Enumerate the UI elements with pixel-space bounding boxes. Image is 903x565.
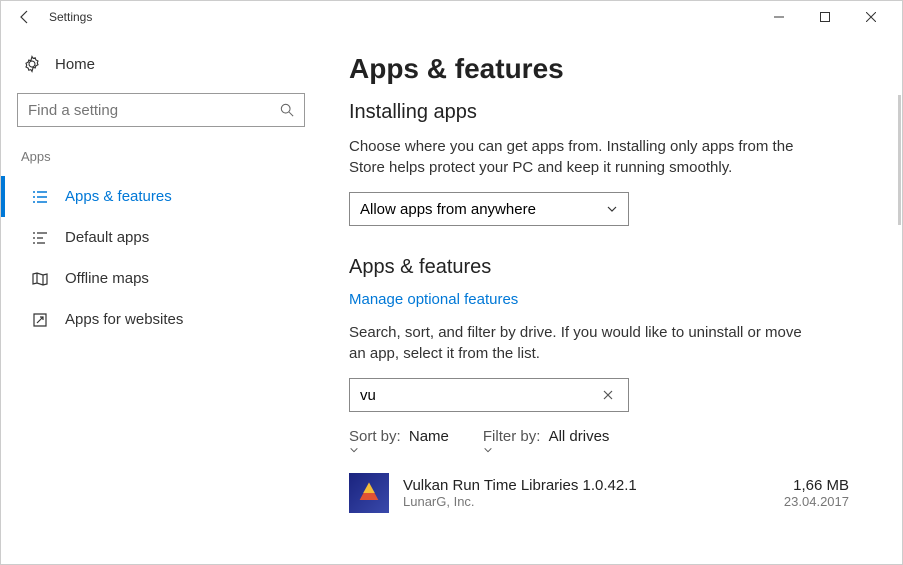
sidebar-item-apps-features[interactable]: Apps & features	[1, 176, 305, 217]
app-name: Vulkan Run Time Libraries 1.0.42.1	[403, 477, 770, 494]
installing-apps-heading: Installing apps	[349, 101, 864, 124]
sidebar-item-apps-websites[interactable]: Apps for websites	[1, 299, 305, 340]
minimize-button[interactable]	[756, 1, 802, 33]
app-list-item[interactable]: Vulkan Run Time Libraries 1.0.42.1 Lunar…	[349, 473, 849, 513]
home-label: Home	[55, 56, 95, 73]
map-icon	[31, 271, 49, 287]
select-value: Allow apps from anywhere	[360, 201, 536, 218]
back-button[interactable]	[9, 1, 41, 33]
close-button[interactable]	[848, 1, 894, 33]
gear-icon	[23, 55, 41, 73]
chevron-down-icon	[606, 203, 618, 215]
sort-value: Name	[409, 428, 449, 445]
list-icon	[31, 189, 49, 205]
sort-by-control[interactable]: Sort by: Name	[349, 428, 455, 455]
open-icon	[31, 312, 49, 328]
maximize-button[interactable]	[802, 1, 848, 33]
chevron-down-icon	[349, 445, 455, 455]
app-size: 1,66 MB	[784, 477, 849, 494]
sort-label: Sort by:	[349, 428, 401, 445]
filter-by-control[interactable]: Filter by: All drives	[483, 428, 616, 455]
window-controls	[756, 1, 894, 33]
manage-optional-link[interactable]: Manage optional features	[349, 291, 518, 308]
main-panel: Apps & features Installing apps Choose w…	[321, 33, 902, 564]
sidebar-item-label: Apps for websites	[65, 311, 183, 328]
page-title: Apps & features	[349, 53, 864, 85]
chevron-down-icon	[483, 445, 616, 455]
app-date: 23.04.2017	[784, 494, 849, 509]
section-label: Apps	[21, 149, 305, 164]
sidebar-item-label: Default apps	[65, 229, 149, 246]
app-icon	[349, 473, 389, 513]
sidebar-item-offline-maps[interactable]: Offline maps	[1, 258, 305, 299]
filter-label: Filter by:	[483, 428, 541, 445]
sidebar: Home Apps Apps & features Default apps	[1, 33, 321, 564]
app-publisher: LunarG, Inc.	[403, 494, 770, 509]
find-setting-input[interactable]	[17, 93, 305, 127]
app-search-input[interactable]	[349, 378, 629, 412]
search-icon	[280, 103, 294, 117]
apps-features-heading: Apps & features	[349, 256, 864, 279]
install-source-select[interactable]: Allow apps from anywhere	[349, 192, 629, 226]
installing-apps-desc: Choose where you can get apps from. Inst…	[349, 136, 809, 178]
find-setting-field[interactable]	[28, 102, 280, 119]
clear-icon[interactable]	[598, 389, 618, 401]
sidebar-item-default-apps[interactable]: Default apps	[1, 217, 305, 258]
app-search-field[interactable]	[360, 387, 598, 404]
scrollbar[interactable]	[898, 95, 901, 225]
filter-desc: Search, sort, and filter by drive. If yo…	[349, 322, 809, 364]
titlebar: Settings	[1, 1, 902, 33]
sidebar-item-label: Apps & features	[65, 188, 172, 205]
window-title: Settings	[49, 10, 92, 24]
home-button[interactable]: Home	[17, 45, 305, 83]
defaults-icon	[31, 230, 49, 246]
filter-value: All drives	[549, 428, 610, 445]
sidebar-item-label: Offline maps	[65, 270, 149, 287]
